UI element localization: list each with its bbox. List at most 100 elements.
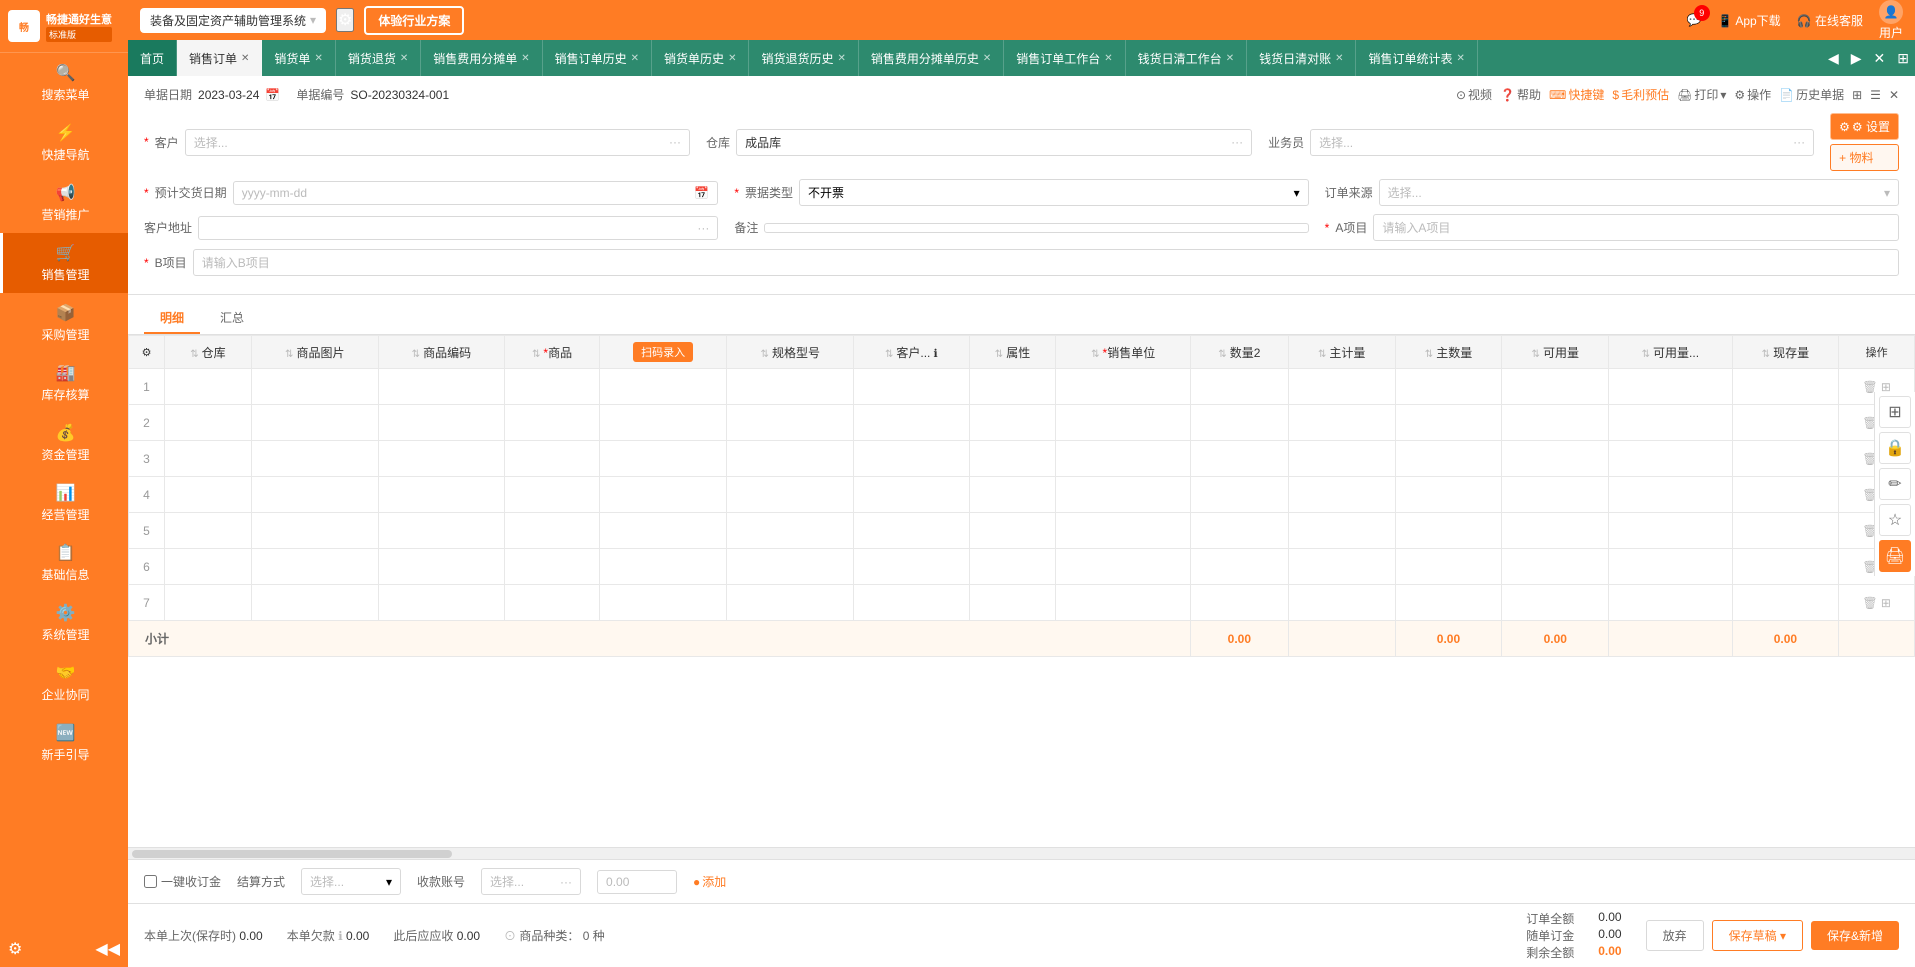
sidebar-item-enterprise[interactable]: 🤝 企业协同 — [0, 653, 128, 713]
tab-close-icon[interactable]: ✕ — [241, 53, 249, 64]
help-action[interactable]: ❓ 帮助 — [1500, 86, 1541, 103]
tab-close-icon[interactable]: ✕ — [728, 53, 736, 64]
tab-order-workbench[interactable]: 销售订单工作台 ✕ — [1004, 40, 1125, 76]
tab-close-icon[interactable]: ✕ — [521, 53, 529, 64]
tab-close-icon[interactable]: ✕ — [983, 53, 991, 64]
account-input[interactable]: 选择... ··· — [481, 868, 581, 895]
tab-home[interactable]: 首页 — [128, 40, 177, 76]
tab-close-icon[interactable]: ✕ — [400, 53, 408, 64]
sidebar-item-purchase[interactable]: 📦 采购管理 — [0, 293, 128, 353]
tab-return-history[interactable]: 销货退货历史 ✕ — [749, 40, 858, 76]
save-new-btn[interactable]: 保存&新增 — [1811, 921, 1899, 950]
tab-daily-reconcile[interactable]: 钱货日清对账 ✕ — [1247, 40, 1356, 76]
remark-cell: 备注 — [734, 219, 1308, 236]
sidebar-collapse-btn[interactable]: ◀◀ — [95, 939, 120, 959]
tab-order-stats[interactable]: 销售订单统计表 ✕ — [1356, 40, 1477, 76]
sidebar-item-finance[interactable]: 💰 资金管理 — [0, 413, 128, 473]
add-btn[interactable]: ● 添加 — [693, 873, 726, 890]
tab-close-icon[interactable]: ✕ — [1335, 53, 1343, 64]
b-project-input[interactable]: 请输入B项目 — [193, 249, 1899, 276]
page-content: 单据日期 2023-03-24 📅 单据编号 SO-20230324-001 ⊙… — [128, 76, 1915, 967]
row-delete-btn[interactable]: 🗑 — [1862, 596, 1877, 610]
tab-expand-btn[interactable]: ⊞ — [1891, 50, 1915, 67]
sidebar-item-sales[interactable]: 🛒 销售管理 — [0, 233, 128, 293]
col-settings-header[interactable]: ⚙ — [129, 336, 165, 369]
salesperson-input[interactable]: 选择... ··· — [1310, 129, 1814, 156]
sidebar-item-operations[interactable]: 📊 经营管理 — [0, 473, 128, 533]
warehouse-input[interactable]: 成品库 ··· — [736, 129, 1252, 156]
payment-method-select[interactable]: 选择... ▾ — [301, 868, 401, 895]
sidebar-item-quick-nav[interactable]: ⚡ 快捷导航 — [0, 113, 128, 173]
quick-checkout-input[interactable] — [144, 875, 157, 888]
tab-detail[interactable]: 明细 — [144, 303, 200, 334]
scan-btn[interactable]: 扫码录入 — [633, 342, 693, 362]
tab-fee-history[interactable]: 销售费用分摊单历史 ✕ — [859, 40, 1004, 76]
order-source-input[interactable]: 选择... ▾ — [1379, 179, 1899, 206]
close-form-btn[interactable]: ✕ — [1889, 88, 1899, 102]
right-panel-print-btn[interactable]: 🖨 — [1879, 540, 1911, 572]
sidebar-item-inventory[interactable]: 🏭 库存核算 — [0, 353, 128, 413]
settings-btn[interactable]: ⚙ ⚙ 设置 — [1830, 113, 1899, 140]
calendar-icon[interactable]: 📅 — [265, 88, 280, 102]
tab-close-all-btn[interactable]: ✕ — [1868, 50, 1892, 67]
customer-input[interactable]: 选择... ··· — [185, 129, 690, 156]
sidebar-item-marketing[interactable]: 📢 营销推广 — [0, 173, 128, 233]
right-panel: ⊞ 🔒 ✏ ☆ 🖨 — [1874, 392, 1915, 576]
save-draft-btn[interactable]: 保存草稿 ▾ — [1712, 920, 1803, 951]
history-action[interactable]: 📄 历史单据 — [1779, 86, 1844, 103]
sidebar-settings-btn[interactable]: ⚙ — [8, 939, 22, 959]
tab-close-icon[interactable]: ✕ — [1104, 53, 1112, 64]
tab-close-icon[interactable]: ✕ — [837, 53, 845, 64]
tab-next-btn[interactable]: ▶ — [1845, 50, 1868, 67]
right-panel-lock-btn[interactable]: 🔒 — [1879, 432, 1911, 464]
tab-fee-split[interactable]: 销售费用分摊单 ✕ — [421, 40, 542, 76]
tab-daily-workbench[interactable]: 钱货日清工作台 ✕ — [1126, 40, 1247, 76]
row-copy-btn[interactable]: ⊞ — [1881, 596, 1891, 610]
sidebar-item-search[interactable]: 🔍 搜索菜单 — [0, 53, 128, 113]
sidebar-item-system[interactable]: ⚙️ 系统管理 — [0, 593, 128, 653]
delivery-date-input[interactable]: yyyy-mm-dd 📅 — [233, 181, 719, 205]
tab-close-icon[interactable]: ✕ — [314, 53, 322, 64]
view-action[interactable]: ⊙ 视频 — [1456, 86, 1492, 103]
operate-action[interactable]: ⚙ 操作 — [1734, 86, 1771, 103]
user-avatar[interactable]: 👤 用户 — [1879, 0, 1903, 41]
right-panel-grid-btn[interactable]: ⊞ — [1879, 396, 1911, 428]
a-project-input[interactable]: 请输入A项目 — [1373, 214, 1899, 241]
tab-sales-order[interactable]: 销售订单 ✕ — [177, 40, 262, 76]
scroll-thumb[interactable] — [132, 850, 452, 858]
tab-sales-return[interactable]: 销货退货 ✕ — [336, 40, 421, 76]
table-view-btn[interactable]: ☰ — [1870, 88, 1881, 102]
amount-input[interactable]: 0.00 — [597, 870, 677, 894]
quick-checkout-checkbox[interactable]: 一键收订金 — [144, 873, 221, 890]
header-settings-btn[interactable]: ⚙ — [336, 8, 354, 32]
discard-btn[interactable]: 放弃 — [1646, 920, 1704, 951]
tab-prev-btn[interactable]: ◀ — [1822, 50, 1845, 67]
tab-slip-history[interactable]: 销货单历史 ✕ — [652, 40, 749, 76]
sidebar-item-basic-info[interactable]: 📋 基础信息 — [0, 533, 128, 593]
shortcut-action[interactable]: ⌨ 快捷键 — [1549, 86, 1604, 103]
print-action[interactable]: 🖨 打印 ▾ — [1677, 86, 1726, 103]
tab-close-icon[interactable]: ✕ — [1226, 53, 1234, 64]
tab-order-history[interactable]: 销售订单历史 ✕ — [543, 40, 652, 76]
tab-close-icon[interactable]: ✕ — [631, 53, 639, 64]
footer-left: 本单上次(保存时) 0.00 本单欠款 ℹ 0.00 此后应应收 0.00 ⊙ … — [144, 927, 605, 944]
tab-sales-slip[interactable]: 销货单 ✕ — [262, 40, 335, 76]
online-service-link[interactable]: 🎧 在线客服 — [1797, 12, 1863, 29]
right-panel-edit-btn[interactable]: ✏ — [1879, 468, 1911, 500]
address-input[interactable]: ··· — [198, 216, 718, 240]
remark-input[interactable] — [764, 223, 1308, 233]
solution-btn[interactable]: 体验行业方案 — [364, 6, 464, 35]
invoice-type-select[interactable]: 不开票 ▾ — [799, 179, 1309, 206]
app-download-link[interactable]: 📱 App下载 — [1718, 12, 1781, 29]
tab-summary[interactable]: 汇总 — [204, 303, 260, 334]
col-scan-header: 扫码录入 — [599, 336, 727, 369]
profit-action[interactable]: $ 毛利预估 — [1612, 86, 1669, 103]
right-panel-star-btn[interactable]: ☆ — [1879, 504, 1911, 536]
message-badge[interactable]: 💬 9 — [1687, 13, 1702, 27]
horizontal-scrollbar[interactable] — [128, 847, 1915, 859]
add-material-btn[interactable]: + 物料 — [1830, 144, 1899, 171]
tab-close-icon[interactable]: ✕ — [1457, 53, 1465, 64]
customer-cell: * 客户 选择... ··· — [144, 129, 690, 156]
grid-view-btn[interactable]: ⊞ — [1852, 88, 1862, 102]
sidebar-item-guide[interactable]: 🆕 新手引导 — [0, 713, 128, 773]
